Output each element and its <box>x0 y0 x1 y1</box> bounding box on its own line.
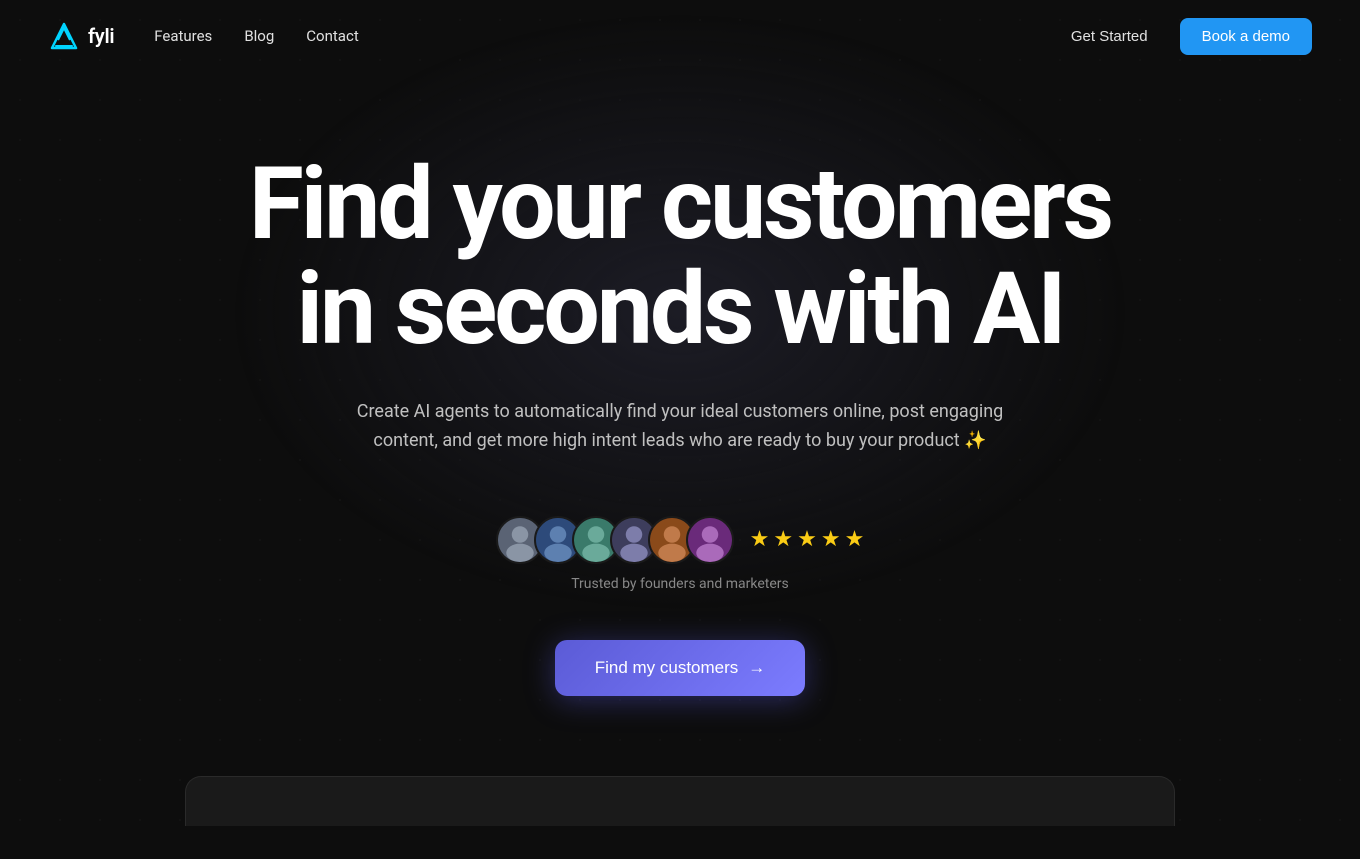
hero-section: Find your customers in seconds with AI C… <box>0 72 1360 826</box>
cta-label: Find my customers <box>595 658 739 678</box>
avatars-stars-row: ★ ★ ★ ★ ★ <box>496 516 865 564</box>
nav-link-blog[interactable]: Blog <box>244 27 274 45</box>
nav-link-features[interactable]: Features <box>154 27 212 45</box>
avatar-group <box>496 516 734 564</box>
star-5: ★ <box>845 527 865 552</box>
avatar-face-6 <box>688 516 732 564</box>
logo-text: fyli <box>88 24 114 48</box>
find-customers-button[interactable]: Find my customers → <box>555 640 806 696</box>
nav-links: Features Blog Contact <box>154 27 359 45</box>
avatar-6 <box>686 516 734 564</box>
cta-arrow: → <box>748 658 765 678</box>
star-rating: ★ ★ ★ ★ ★ <box>750 527 865 552</box>
headline-line1: Find your customers <box>249 146 1111 263</box>
nav-right: Get Started Book a demo <box>1059 18 1312 55</box>
nav-link-contact[interactable]: Contact <box>306 27 358 45</box>
hero-headline: Find your customers in seconds with AI <box>249 152 1111 362</box>
headline-line2: in seconds with AI <box>297 251 1064 368</box>
star-2: ★ <box>773 527 793 552</box>
star-4: ★ <box>821 527 841 552</box>
cta-section: Find my customers → <box>555 640 806 696</box>
navbar: fyli Features Blog Contact Get Started B… <box>0 0 1360 72</box>
bottom-card-hint <box>185 776 1175 826</box>
star-3: ★ <box>797 527 817 552</box>
book-demo-button[interactable]: Book a demo <box>1180 18 1312 55</box>
logo-icon <box>48 20 80 52</box>
social-proof: ★ ★ ★ ★ ★ Trusted by founders and market… <box>496 516 865 592</box>
star-1: ★ <box>750 527 770 552</box>
hero-subtext: Create AI agents to automatically find y… <box>330 398 1030 456</box>
logo-link[interactable]: fyli <box>48 20 114 52</box>
get-started-button[interactable]: Get Started <box>1059 20 1160 53</box>
nav-left: fyli Features Blog Contact <box>48 20 359 52</box>
trust-text: Trusted by founders and marketers <box>571 576 789 592</box>
